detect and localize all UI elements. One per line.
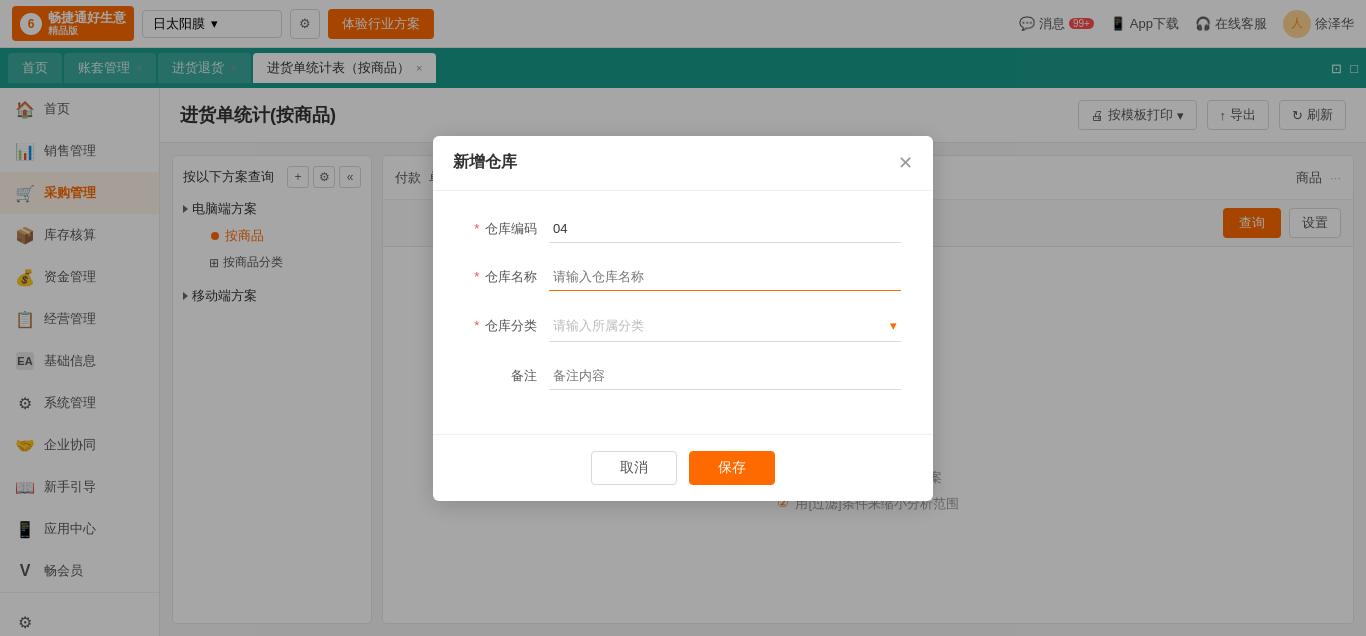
name-input[interactable] bbox=[549, 263, 901, 291]
form-row-note: 备注 bbox=[465, 362, 901, 390]
category-select[interactable]: 请输入所属分类 ▾ bbox=[549, 311, 901, 342]
modal-body: * 仓库编码 * 仓库名称 * 仓库分类 请输入所属 bbox=[433, 191, 933, 434]
code-input[interactable] bbox=[549, 215, 901, 243]
modal-close-button[interactable]: ✕ bbox=[898, 152, 913, 174]
category-dropdown-icon: ▾ bbox=[890, 318, 897, 333]
code-label: * 仓库编码 bbox=[465, 220, 537, 238]
form-row-code: * 仓库编码 bbox=[465, 215, 901, 243]
name-label: * 仓库名称 bbox=[465, 268, 537, 286]
add-warehouse-modal: 新增仓库 ✕ * 仓库编码 * 仓库名称 bbox=[433, 136, 933, 501]
note-input[interactable] bbox=[549, 362, 901, 390]
note-label: 备注 bbox=[465, 367, 537, 385]
save-button[interactable]: 保存 bbox=[689, 451, 775, 485]
form-row-name: * 仓库名称 bbox=[465, 263, 901, 291]
modal-title: 新增仓库 bbox=[453, 152, 517, 173]
modal-overlay: 新增仓库 ✕ * 仓库编码 * 仓库名称 bbox=[0, 0, 1366, 636]
modal-footer: 取消 保存 bbox=[433, 434, 933, 501]
category-label: * 仓库分类 bbox=[465, 317, 537, 335]
form-row-category: * 仓库分类 请输入所属分类 ▾ bbox=[465, 311, 901, 342]
modal-header: 新增仓库 ✕ bbox=[433, 136, 933, 191]
cancel-button[interactable]: 取消 bbox=[591, 451, 677, 485]
